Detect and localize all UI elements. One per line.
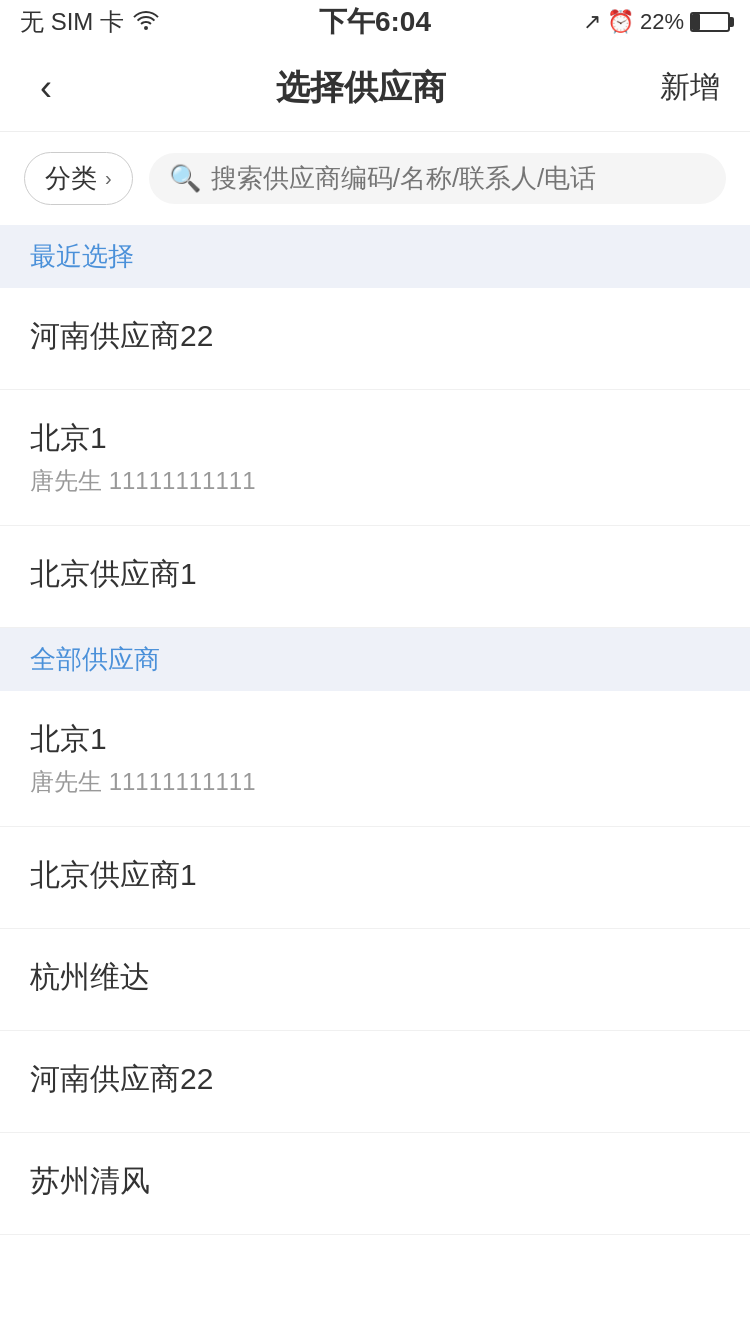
add-button[interactable]: 新增 — [660, 67, 720, 108]
recent-section-header: 最近选择 — [0, 225, 750, 288]
item-name: 杭州维达 — [30, 957, 720, 998]
item-name: 苏州清风 — [30, 1161, 720, 1202]
all-section-header: 全部供应商 — [0, 628, 750, 691]
chevron-icon: › — [105, 167, 112, 190]
status-right: ↗ ⏰ 22% — [583, 9, 730, 35]
item-name: 北京供应商1 — [30, 554, 720, 595]
status-left: 无 SIM 卡 — [20, 6, 160, 38]
all-list-item[interactable]: 北京1 唐先生 11111111111 — [0, 691, 750, 827]
category-filter[interactable]: 分类 › — [24, 152, 133, 205]
recent-list-item[interactable]: 河南供应商22 — [0, 288, 750, 390]
search-icon: 🔍 — [169, 163, 201, 194]
recent-list-item[interactable]: 北京1 唐先生 11111111111 — [0, 390, 750, 526]
item-name: 河南供应商22 — [30, 1059, 720, 1100]
item-name: 北京供应商1 — [30, 855, 720, 896]
location-icon: ↗ — [583, 9, 601, 35]
status-time: 下午6:04 — [319, 3, 431, 41]
item-sub: 唐先生 11111111111 — [30, 766, 720, 798]
all-section-label: 全部供应商 — [30, 644, 160, 674]
wifi-icon — [132, 8, 160, 36]
search-input[interactable] — [211, 163, 706, 194]
recent-list-item[interactable]: 北京供应商1 — [0, 526, 750, 628]
nav-bar: ‹ 选择供应商 新增 — [0, 44, 750, 132]
recent-items-list: 河南供应商22 北京1 唐先生 11111111111 北京供应商1 — [0, 288, 750, 628]
item-name: 北京1 — [30, 719, 720, 760]
recent-section-label: 最近选择 — [30, 241, 134, 271]
back-button[interactable]: ‹ — [30, 57, 62, 119]
page-title: 选择供应商 — [276, 65, 446, 111]
search-box[interactable]: 🔍 — [149, 153, 726, 204]
filter-bar: 分类 › 🔍 — [0, 132, 750, 225]
battery-icon — [690, 12, 730, 32]
all-list-item[interactable]: 杭州维达 — [0, 929, 750, 1031]
all-list-item[interactable]: 苏州清风 — [0, 1133, 750, 1235]
all-list-item[interactable]: 北京供应商1 — [0, 827, 750, 929]
no-sim-text: 无 SIM 卡 — [20, 6, 124, 38]
all-list-item[interactable]: 河南供应商22 — [0, 1031, 750, 1133]
item-name: 河南供应商22 — [30, 316, 720, 357]
all-items-list: 北京1 唐先生 11111111111 北京供应商1 杭州维达河南供应商22 苏州清风 — [0, 691, 750, 1235]
item-sub: 唐先生 11111111111 — [30, 465, 720, 497]
alarm-icon: ⏰ — [607, 9, 634, 35]
item-name: 北京1 — [30, 418, 720, 459]
battery-percent: 22% — [640, 9, 684, 35]
status-bar: 无 SIM 卡 下午6:04 ↗ ⏰ 22% — [0, 0, 750, 44]
category-label: 分类 — [45, 161, 97, 196]
